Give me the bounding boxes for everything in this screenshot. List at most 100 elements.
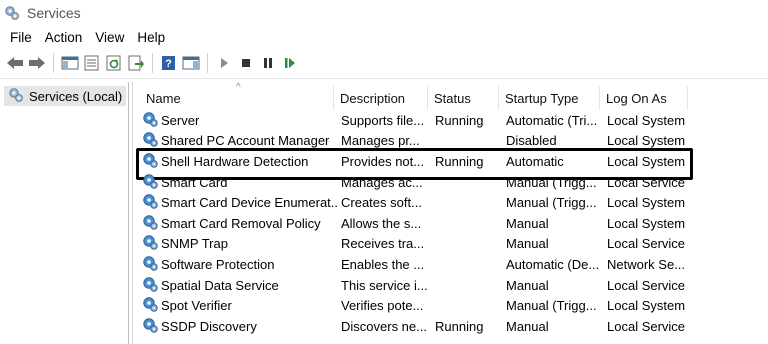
- service-status-cell: Running: [435, 318, 484, 334]
- show-action-pane-icon[interactable]: [180, 52, 202, 74]
- menu-file[interactable]: File: [0, 30, 39, 45]
- service-description-cell: This service i...: [341, 277, 427, 293]
- properties-icon[interactable]: [81, 52, 103, 74]
- service-startup-type-cell: Manual (Trigg...: [506, 174, 597, 190]
- svg-text:?: ?: [165, 58, 172, 70]
- column-header-startup-type[interactable]: Startup Type: [499, 86, 600, 110]
- service-description-cell: Allows the s...: [341, 215, 422, 231]
- table-row[interactable]: Smart Card Manages ac... Manual (Trigg... L…: [134, 172, 768, 193]
- column-header-status[interactable]: Status: [428, 86, 499, 110]
- service-description-cell: Verifies pote...: [341, 298, 424, 314]
- menu-help[interactable]: Help: [131, 30, 172, 45]
- table-row[interactable]: Shared PC Account Manager Manages pr... Di…: [134, 131, 768, 152]
- service-startup-type-cell: Manual: [506, 215, 549, 231]
- table-row[interactable]: SNMP Trap Receives tra... Manual Local Serv…: [134, 234, 768, 255]
- service-gear-icon: [142, 131, 158, 150]
- pause-service-icon[interactable]: [257, 52, 279, 74]
- service-name-cell: SNMP Trap: [142, 234, 338, 255]
- service-gear-icon: [142, 111, 158, 130]
- service-status-cell: [435, 172, 501, 193]
- service-name-cell: SSDP Discovery: [142, 316, 338, 337]
- service-gear-icon: [142, 152, 158, 171]
- service-logon-cell: Local System: [607, 112, 686, 128]
- service-startup-type-cell: Manual: [506, 236, 549, 252]
- column-header-description[interactable]: Description: [334, 86, 428, 110]
- forward-icon[interactable]: [26, 52, 48, 74]
- service-gear-icon: [142, 214, 158, 233]
- service-status-cell: [435, 254, 501, 275]
- table-row[interactable]: Software Protection Enables the ... Automa…: [134, 254, 768, 275]
- table-row[interactable]: Smart Card Device Enumerat... Creates sof…: [134, 192, 768, 213]
- service-status-cell: Running: [435, 153, 484, 169]
- service-logon-cell: Local System: [607, 133, 686, 149]
- service-name-cell: Server: [142, 110, 338, 131]
- table-row[interactable]: Server Supports file... Running Automatic (…: [134, 110, 768, 131]
- service-name-cell: Smart Card: [142, 172, 338, 193]
- menu-view[interactable]: View: [89, 30, 131, 45]
- pane-divider[interactable]: [132, 82, 133, 344]
- show-hide-tree-icon[interactable]: [59, 52, 81, 74]
- list-header: Name ^ Description Status Startup Type L…: [134, 82, 768, 110]
- service-status-cell: [435, 192, 501, 213]
- menu-bar: File Action View Help: [0, 26, 768, 48]
- service-startup-type-cell: Automatic (De...: [506, 256, 600, 272]
- service-logon-cell: Network Se...: [607, 256, 686, 272]
- service-gear-icon: [142, 276, 158, 295]
- service-status-cell: [435, 295, 501, 316]
- service-gear-icon: [142, 296, 158, 315]
- title-bar: Services: [0, 0, 768, 26]
- service-logon-cell: Local System: [607, 215, 686, 231]
- service-startup-type-cell: Manual (Trigg...: [506, 195, 597, 211]
- service-startup-type-cell: Manual (Trigg...: [506, 298, 597, 314]
- services-app-icon: [4, 5, 20, 21]
- start-service-icon[interactable]: [213, 52, 235, 74]
- service-startup-type-cell: Disabled: [506, 133, 557, 149]
- service-logon-cell: Local Service: [607, 236, 686, 252]
- service-name-cell: Spatial Data Service: [142, 275, 338, 296]
- table-row[interactable]: Smart Card Removal Policy Allows the s...…: [134, 213, 768, 234]
- table-row[interactable]: Shell Hardware Detection Provides not... R…: [134, 151, 768, 172]
- service-name-cell: Shared PC Account Manager: [142, 131, 338, 152]
- service-name-cell: Spot Verifier: [142, 295, 338, 316]
- table-row[interactable]: Spatial Data Service This service i... Man…: [134, 275, 768, 296]
- stop-service-icon[interactable]: [235, 52, 257, 74]
- service-description-cell: Receives tra...: [341, 236, 425, 252]
- table-row[interactable]: SSDP Discovery Discovers ne... Running Manu…: [134, 316, 768, 337]
- service-description-cell: Provides not...: [341, 153, 425, 169]
- services-list: Name ^ Description Status Startup Type L…: [134, 82, 768, 344]
- tree-pane: Services (Local): [0, 82, 129, 344]
- back-icon[interactable]: [4, 52, 26, 74]
- service-status-cell: [435, 234, 501, 255]
- column-header-name[interactable]: Name ^: [140, 82, 334, 110]
- service-gear-icon: [142, 193, 158, 212]
- service-logon-cell: Local System: [607, 195, 686, 211]
- restart-service-icon[interactable]: [279, 52, 301, 74]
- service-logon-cell: Local System: [607, 153, 686, 169]
- refresh-icon[interactable]: [103, 52, 125, 74]
- service-status-cell: Running: [435, 112, 484, 128]
- service-description-cell: Creates soft...: [341, 195, 422, 211]
- tree-item-services-local[interactable]: Services (Local): [4, 86, 127, 106]
- menu-action[interactable]: Action: [39, 30, 90, 45]
- table-row[interactable]: Spot Verifier Verifies pote... Manual (Tri…: [134, 295, 768, 316]
- service-description-cell: Discovers ne...: [341, 318, 427, 334]
- service-status-cell: [435, 213, 501, 234]
- service-description-cell: Enables the ...: [341, 256, 425, 272]
- service-name-cell: Shell Hardware Detection: [142, 151, 338, 172]
- help-icon[interactable]: ?: [158, 52, 180, 74]
- service-logon-cell: Local Service: [607, 277, 686, 293]
- export-list-icon[interactable]: [125, 52, 147, 74]
- service-startup-type-cell: Automatic: [506, 153, 564, 169]
- service-name-cell: Smart Card Removal Policy: [142, 213, 338, 234]
- column-header-log-on-as[interactable]: Log On As: [600, 86, 688, 110]
- service-description-cell: Supports file...: [341, 112, 425, 128]
- sort-ascending-icon: ^: [236, 82, 241, 93]
- service-status-cell: [435, 131, 501, 152]
- service-logon-cell: Local System: [607, 298, 686, 314]
- service-startup-type-cell: Manual: [506, 318, 549, 334]
- service-name-cell: Smart Card Device Enumerat...: [142, 192, 338, 213]
- service-logon-cell: Local Service: [607, 318, 686, 334]
- window-title: Services: [27, 5, 81, 21]
- service-status-cell: [435, 275, 501, 296]
- service-gear-icon: [142, 234, 158, 253]
